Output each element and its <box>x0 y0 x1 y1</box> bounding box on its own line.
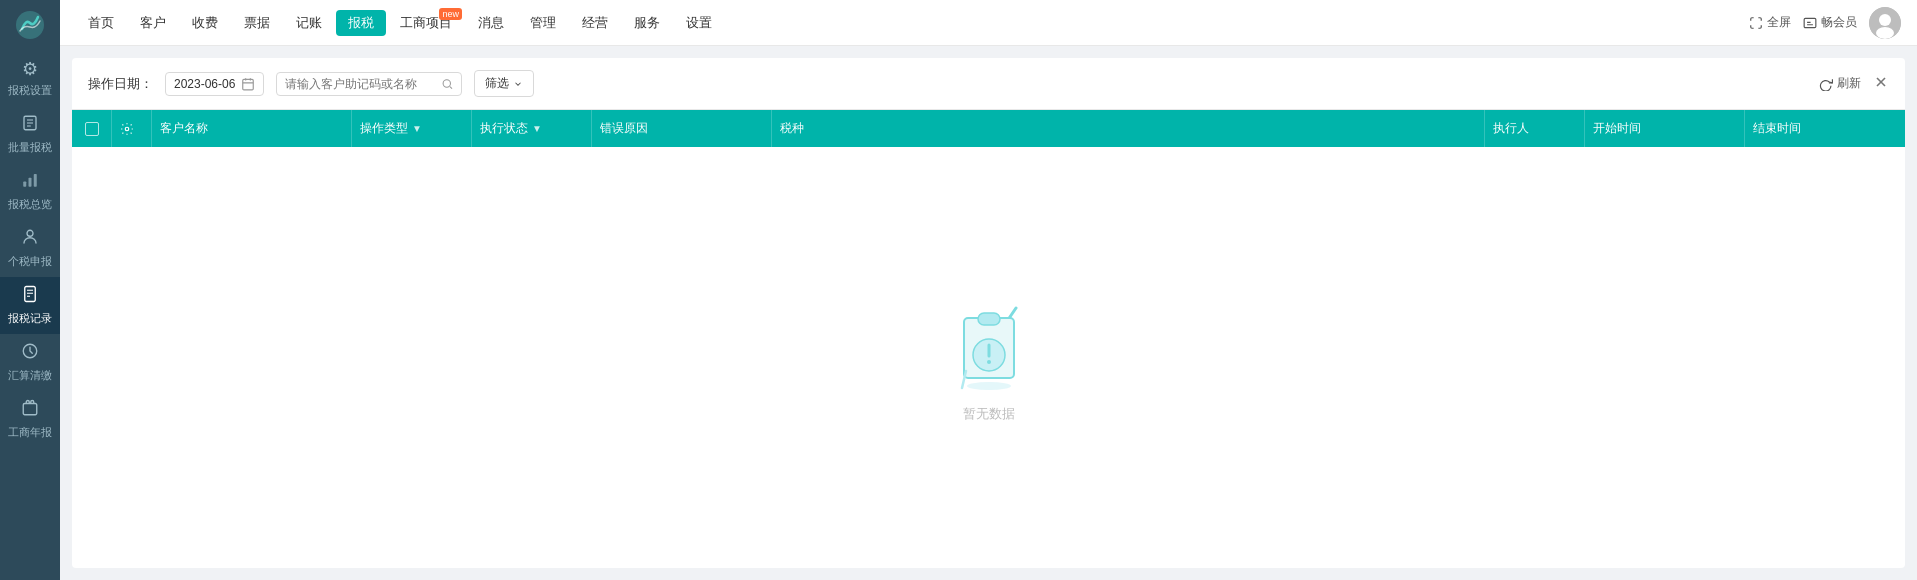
chevron-down-icon <box>513 79 523 89</box>
sidebar-item-label: 汇算清缴 <box>8 368 52 383</box>
member-label: 畅会员 <box>1821 14 1857 31</box>
date-picker[interactable]: 2023-06-06 <box>165 72 264 96</box>
annual-report-icon <box>21 399 39 422</box>
content: 操作日期： 2023-06-06 <box>60 46 1917 580</box>
svg-rect-9 <box>25 287 36 302</box>
topnav-items: 首页 客户 收费 票据 记账 报税 工商项目 new 消息 <box>76 10 1749 36</box>
tax-records-icon <box>21 285 39 308</box>
toolbar: 操作日期： 2023-06-06 <box>72 58 1905 110</box>
table-container: 客户名称 操作类型 ▼ 执行状态 ▼ 错误原因 税种 <box>72 110 1905 568</box>
empty-text: 暂无数据 <box>963 405 1015 423</box>
svg-rect-31 <box>978 313 1000 325</box>
nav-item-admin[interactable]: 管理 <box>518 10 568 36</box>
nav-item-invoice[interactable]: 票据 <box>232 10 282 36</box>
user-avatar[interactable] <box>1869 7 1901 39</box>
th-exec-status[interactable]: 执行状态 ▼ <box>472 110 592 147</box>
nav-item-home[interactable]: 首页 <box>76 10 126 36</box>
tax-settings-icon: ⚙ <box>22 58 38 80</box>
empty-state: 暂无数据 <box>944 293 1034 423</box>
svg-point-34 <box>987 360 991 364</box>
nav-item-accounting[interactable]: 记账 <box>284 10 334 36</box>
date-value: 2023-06-06 <box>174 77 235 91</box>
nav-item-management[interactable]: 经营 <box>570 10 620 36</box>
sidebar-item-personal-tax[interactable]: 个税申报 <box>0 220 60 277</box>
main-area: 首页 客户 收费 票据 记账 报税 工商项目 new 消息 <box>60 0 1917 580</box>
th-tax-type: 税种 <box>772 110 1485 147</box>
topnav: 首页 客户 收费 票据 记账 报税 工商项目 new 消息 <box>60 0 1917 46</box>
close-button[interactable] <box>1873 74 1889 94</box>
batch-tax-icon <box>21 114 39 137</box>
svg-rect-7 <box>34 174 37 187</box>
nav-item-billing[interactable]: 收费 <box>180 10 230 36</box>
fullscreen-label: 全屏 <box>1767 14 1791 31</box>
th-settings[interactable] <box>112 110 152 147</box>
select-all-checkbox[interactable] <box>85 122 99 136</box>
settings-col-icon <box>120 122 134 136</box>
sidebar-logo <box>0 0 60 50</box>
search-input[interactable] <box>285 77 436 91</box>
nav-item-customer[interactable]: 客户 <box>128 10 178 36</box>
th-checkbox[interactable] <box>72 110 112 147</box>
sidebar-item-label: 个税申报 <box>8 254 52 269</box>
th-end-time: 结束时间 <box>1745 110 1905 147</box>
sidebar: ⚙ 报税设置 批量报税 报税总览 <box>0 0 60 580</box>
search-icon <box>441 77 454 91</box>
svg-point-23 <box>443 79 450 86</box>
svg-rect-19 <box>243 79 254 90</box>
sidebar-item-label: 报税设置 <box>8 83 52 98</box>
fullscreen-button[interactable]: 全屏 <box>1749 14 1791 31</box>
calendar-icon <box>241 77 255 91</box>
search-box[interactable] <box>276 72 462 96</box>
svg-point-17 <box>1879 14 1891 26</box>
sidebar-item-settlement[interactable]: 汇算清缴 <box>0 334 60 391</box>
sidebar-item-batch-tax[interactable]: 批量报税 <box>0 106 60 163</box>
table-body: 暂无数据 <box>72 147 1905 568</box>
svg-point-8 <box>27 230 33 236</box>
settlement-icon <box>21 342 39 365</box>
content-card: 操作日期： 2023-06-06 <box>72 58 1905 568</box>
nav-item-message[interactable]: 消息 <box>466 10 516 36</box>
new-badge: new <box>439 8 462 21</box>
tax-overview-icon <box>21 171 39 194</box>
svg-rect-5 <box>23 182 26 187</box>
sidebar-item-label: 报税记录 <box>8 311 52 326</box>
th-executor: 执行人 <box>1485 110 1585 147</box>
sidebar-item-label: 报税总览 <box>8 197 52 212</box>
sidebar-item-tax-settings[interactable]: ⚙ 报税设置 <box>0 50 60 106</box>
topnav-right: 全屏 畅会员 <box>1749 7 1901 39</box>
sidebar-item-label: 批量报税 <box>8 140 52 155</box>
th-error-reason: 错误原因 <box>592 110 772 147</box>
th-customer-name: 客户名称 <box>152 110 352 147</box>
member-button[interactable]: 畅会员 <box>1803 14 1857 31</box>
date-label: 操作日期： <box>88 75 153 93</box>
empty-illustration <box>944 293 1034 393</box>
table-header: 客户名称 操作类型 ▼ 执行状态 ▼ 错误原因 税种 <box>72 110 1905 147</box>
refresh-icon <box>1819 77 1833 91</box>
nav-item-settings[interactable]: 设置 <box>674 10 724 36</box>
svg-point-0 <box>16 11 44 39</box>
sidebar-item-annual-report[interactable]: 工商年报 <box>0 391 60 448</box>
sidebar-item-label: 工商年报 <box>8 425 52 440</box>
sidebar-item-tax-overview[interactable]: 报税总览 <box>0 163 60 220</box>
sidebar-item-tax-records[interactable]: 报税记录 <box>0 277 60 334</box>
th-operation-type[interactable]: 操作类型 ▼ <box>352 110 472 147</box>
filter-button[interactable]: 筛选 <box>474 70 534 97</box>
th-start-time: 开始时间 <box>1585 110 1745 147</box>
nav-item-service[interactable]: 服务 <box>622 10 672 36</box>
svg-line-24 <box>450 86 452 88</box>
svg-rect-14 <box>23 404 37 415</box>
svg-rect-6 <box>29 178 32 187</box>
svg-point-27 <box>125 127 129 131</box>
svg-point-36 <box>967 382 1011 390</box>
nav-item-tax-report[interactable]: 报税 <box>336 10 386 36</box>
svg-point-18 <box>1876 27 1894 39</box>
refresh-button[interactable]: 刷新 <box>1819 75 1861 92</box>
close-icon <box>1873 74 1889 90</box>
personal-tax-icon <box>21 228 39 251</box>
sort-icon: ▼ <box>412 123 422 134</box>
nav-item-business[interactable]: 工商项目 new <box>388 10 464 36</box>
sort-icon: ▼ <box>532 123 542 134</box>
